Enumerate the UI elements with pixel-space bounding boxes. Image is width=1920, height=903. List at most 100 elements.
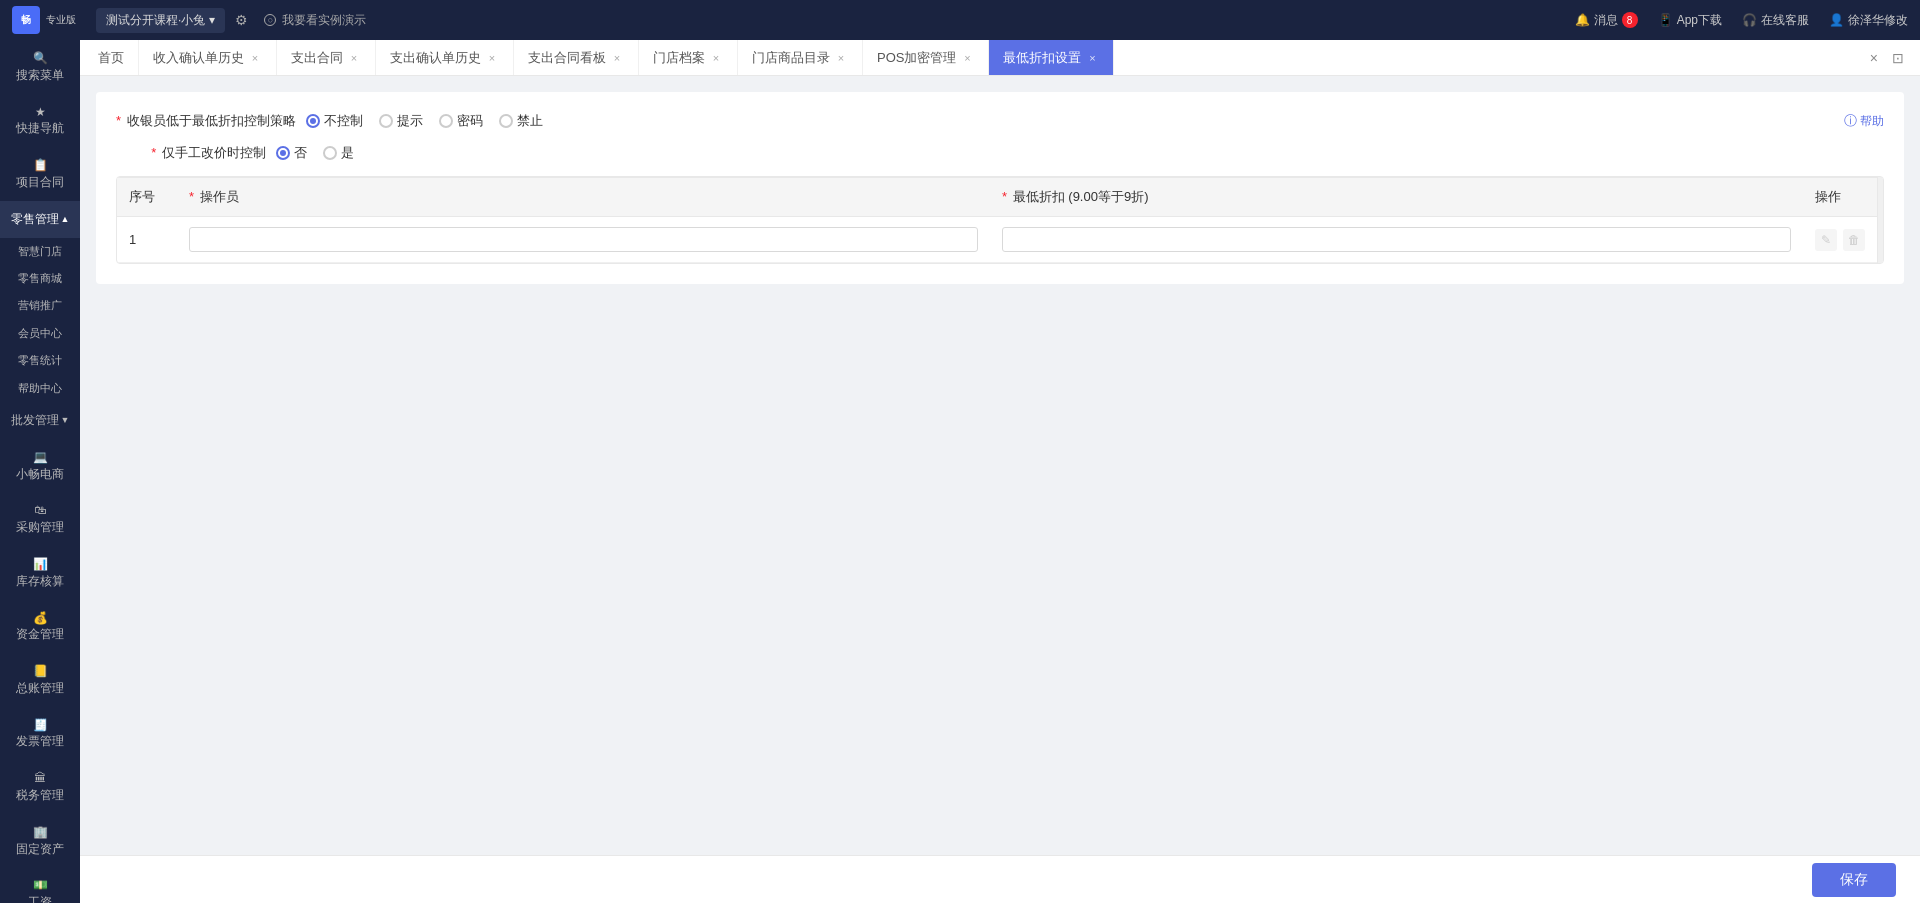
edit-row-btn[interactable]: ✎	[1815, 229, 1837, 251]
tab-expand-btn[interactable]: ⊡	[1888, 48, 1908, 68]
min-discount-input[interactable]	[1002, 227, 1791, 252]
tab-expense-board[interactable]: 支出合同看板 ×	[514, 40, 639, 76]
sidebar-label-tax: 税务管理	[16, 787, 64, 804]
table-scrollbar[interactable]	[1877, 177, 1883, 263]
tab-home[interactable]: 首页	[84, 40, 139, 76]
app-download-btn[interactable]: 📱 App下载	[1658, 12, 1722, 29]
user-name: 徐泽华修改	[1848, 12, 1908, 29]
strategy-password[interactable]: 密码	[439, 112, 483, 130]
project-selector[interactable]: 测试分开课程·小兔 ▾	[96, 8, 225, 33]
online-support-label: 在线客服	[1761, 12, 1809, 29]
tab-expense-contract[interactable]: 支出合同 ×	[277, 40, 376, 76]
cell-min-discount[interactable]	[990, 217, 1803, 263]
tab-close-btn[interactable]: ×	[1866, 48, 1882, 68]
strategy-radio-group: 不控制 提示 密码 禁止	[306, 112, 543, 130]
ledger-icon: 📒	[33, 663, 48, 680]
help-circle-icon: ⓘ	[1844, 112, 1857, 130]
avatar-icon: 👤	[1829, 13, 1844, 27]
strategy-label: * 收银员低于最低折扣控制策略	[116, 112, 306, 130]
strategy-password-label: 密码	[457, 112, 483, 130]
user-menu[interactable]: 👤 徐泽华修改	[1829, 12, 1908, 29]
manual-no[interactable]: 否	[276, 144, 307, 162]
sidebar-item-finance[interactable]: 💰 资金管理	[0, 600, 80, 654]
radio-forbidden-circle	[499, 114, 513, 128]
tab-store-file-close[interactable]: ×	[709, 51, 723, 65]
strategy-prompt[interactable]: 提示	[379, 112, 423, 130]
tab-min-discount-close[interactable]: ×	[1085, 51, 1099, 65]
tab-min-discount[interactable]: 最低折扣设置 ×	[989, 40, 1114, 76]
sidebar-item-search[interactable]: 🔍 搜索菜单	[0, 40, 80, 94]
tab-store-file[interactable]: 门店档案 ×	[639, 40, 738, 76]
sidebar-item-quicknav[interactable]: ★ 快捷导航	[0, 94, 80, 148]
sidebar-label-assets: 固定资产	[16, 841, 64, 858]
sidebar-item-invoice[interactable]: 🧾 发票管理	[0, 707, 80, 761]
required-mark-strategy: *	[116, 113, 121, 128]
save-button[interactable]: 保存	[1812, 863, 1896, 897]
chevron-down-icon: ▾	[209, 13, 215, 27]
tab-store-products[interactable]: 门店商品目录 ×	[738, 40, 863, 76]
tab-pos-encrypt-close[interactable]: ×	[960, 51, 974, 65]
strategy-no-control[interactable]: 不控制	[306, 112, 363, 130]
tab-income-history-label: 收入确认单历史	[153, 49, 244, 67]
online-support-btn[interactable]: 🎧 在线客服	[1742, 12, 1809, 29]
required-mark-operator: *	[189, 189, 194, 204]
manual-label: * 仅手工改价时控制	[116, 144, 276, 162]
sidebar-item-wholesale[interactable]: 批发管理 ▼	[0, 402, 80, 439]
operator-input[interactable]	[189, 227, 978, 252]
main-layout: 🔍 搜索菜单 ★ 快捷导航 📋 项目合同 零售管理 ▲ 智慧门店 零售商城 营销…	[0, 40, 1920, 903]
salary-icon: 💵	[33, 877, 48, 894]
sidebar-item-purchase[interactable]: 🛍 采购管理	[0, 492, 80, 546]
manual-no-label: 否	[294, 144, 307, 162]
sidebar-item-assets[interactable]: 🏢 固定资产	[0, 814, 80, 868]
strategy-no-control-label: 不控制	[324, 112, 363, 130]
tab-expense-history[interactable]: 支出确认单历史 ×	[376, 40, 514, 76]
radio-no-control-circle	[306, 114, 320, 128]
sidebar-label-retail: 零售管理	[11, 211, 59, 228]
tab-expense-history-close[interactable]: ×	[485, 51, 499, 65]
tab-income-history[interactable]: 收入确认单历史 ×	[139, 40, 277, 76]
sidebar-item-mall[interactable]: 零售商城	[0, 265, 80, 292]
sidebar-item-retailstats[interactable]: 零售统计	[0, 347, 80, 374]
notifications-btn[interactable]: 🔔 消息 8	[1575, 12, 1638, 29]
sidebar-item-retail[interactable]: 零售管理 ▲	[0, 201, 80, 238]
sidebar-item-tax[interactable]: 🏛 税务管理	[0, 760, 80, 814]
col-header-min-discount: * 最低折扣 (9.00等于9折)	[990, 178, 1803, 217]
sidebar-item-help[interactable]: 帮助中心	[0, 375, 80, 402]
cell-seq: 1	[117, 217, 177, 263]
app-download-label: App下载	[1677, 12, 1722, 29]
radio-manual-yes-circle	[323, 146, 337, 160]
tab-income-history-close[interactable]: ×	[248, 51, 262, 65]
tab-expense-contract-close[interactable]: ×	[347, 51, 361, 65]
row-actions: ✎ 🗑	[1815, 229, 1871, 251]
settings-form-card: ⓘ 帮助 * 收银员低于最低折扣控制策略 不控制	[96, 92, 1904, 284]
manual-yes[interactable]: 是	[323, 144, 354, 162]
sidebar-item-ledger[interactable]: 📒 总账管理	[0, 653, 80, 707]
tab-store-products-close[interactable]: ×	[834, 51, 848, 65]
sidebar-item-member[interactable]: 会员中心	[0, 320, 80, 347]
help-link[interactable]: ⓘ 帮助	[1844, 112, 1884, 130]
star-icon: ★	[35, 104, 46, 121]
tax-icon: 🏛	[34, 770, 46, 787]
settings-icon[interactable]: ⚙	[235, 12, 248, 28]
finance-icon: 💰	[33, 610, 48, 627]
sidebar-item-inventory[interactable]: 📊 库存核算	[0, 546, 80, 600]
sidebar-item-ecom[interactable]: 💻 小畅电商	[0, 439, 80, 493]
tab-pos-encrypt[interactable]: POS加密管理 ×	[863, 40, 989, 76]
top-bar: 畅 专业版 测试分开课程·小兔 ▾ ⚙ ○ 我要看实例演示 🔔 消息 8 📱 A…	[0, 0, 1920, 40]
tab-expense-board-close[interactable]: ×	[610, 51, 624, 65]
delete-row-btn[interactable]: 🗑	[1843, 229, 1865, 251]
strategy-forbidden[interactable]: 禁止	[499, 112, 543, 130]
tab-store-products-label: 门店商品目录	[752, 49, 830, 67]
notification-badge: 8	[1622, 12, 1638, 28]
sidebar-item-salary[interactable]: 💵 工资	[0, 867, 80, 903]
demo-text: 我要看实例演示	[282, 12, 366, 29]
demo-link[interactable]: ○ 我要看实例演示	[264, 12, 366, 29]
sidebar-label-finance: 资金管理	[16, 626, 64, 643]
tab-bar: 首页 收入确认单历史 × 支出合同 × 支出确认单历史 × 支出合同看板 × 门…	[80, 40, 1920, 76]
sidebar-item-marketing[interactable]: 营销推广	[0, 292, 80, 319]
cell-operator[interactable]	[177, 217, 990, 263]
cell-action: ✎ 🗑	[1803, 217, 1883, 263]
sidebar-item-smartstore[interactable]: 智慧门店	[0, 238, 80, 265]
page-content: ⓘ 帮助 * 收银员低于最低折扣控制策略 不控制	[80, 76, 1920, 855]
sidebar-item-contract[interactable]: 📋 项目合同	[0, 147, 80, 201]
